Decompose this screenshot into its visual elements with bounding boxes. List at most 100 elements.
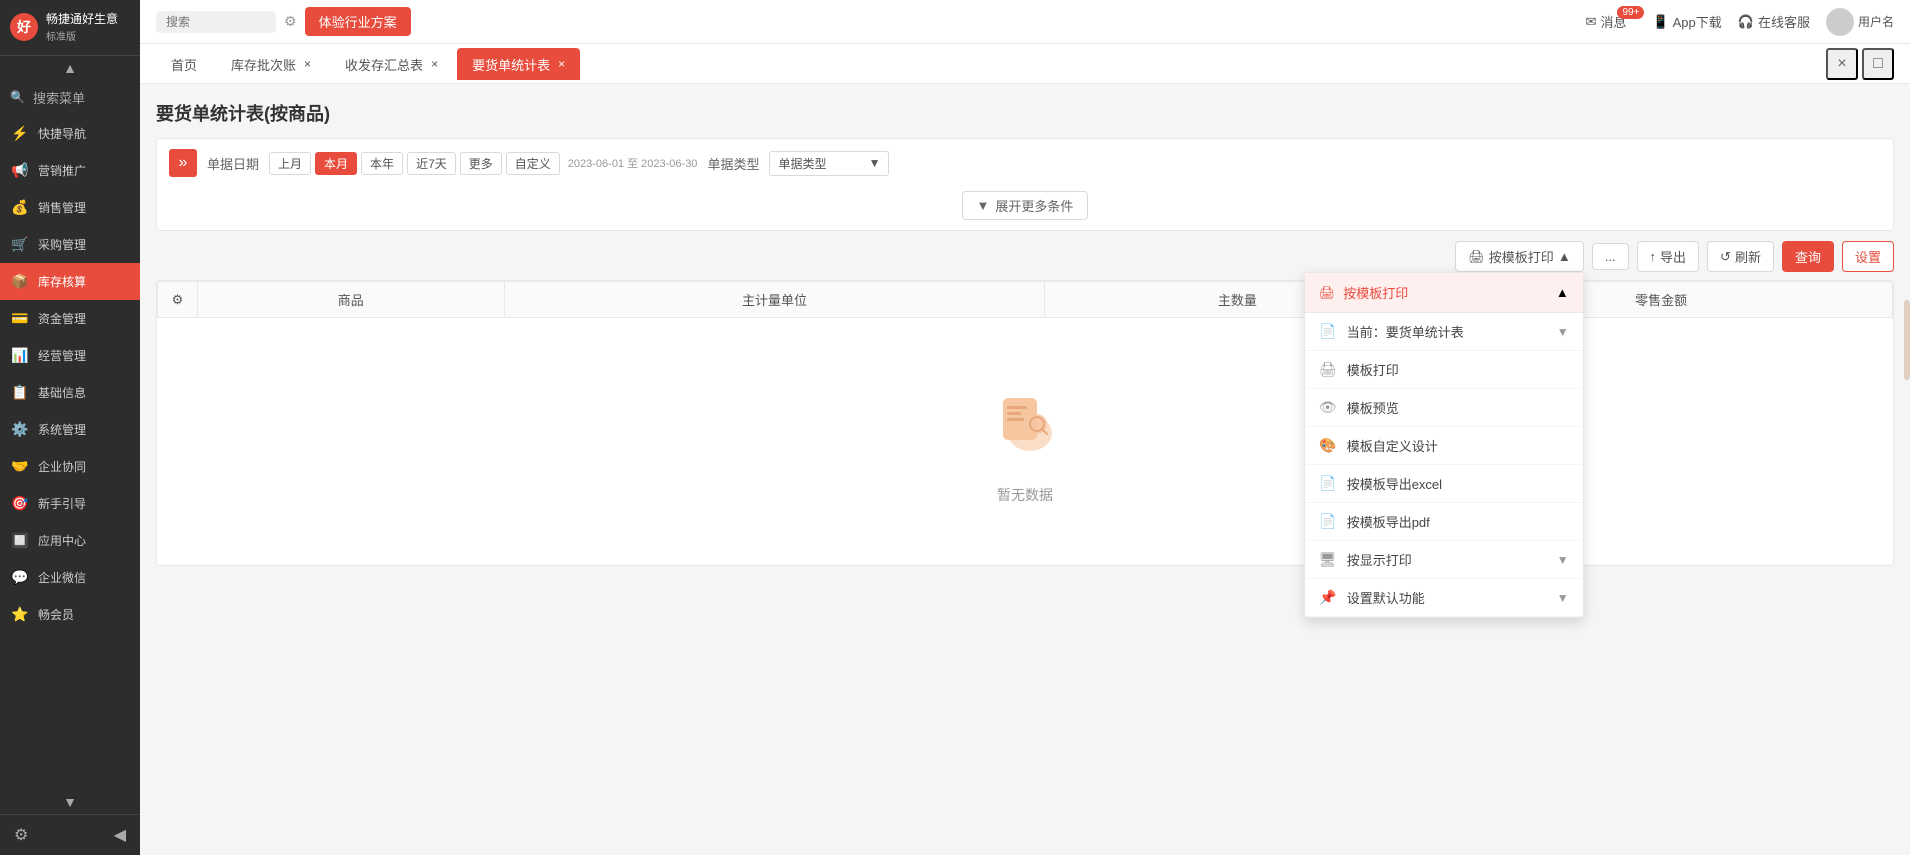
dropdown-header[interactable]: 🖨 按模板打印 ▲ (1305, 273, 1583, 313)
tab-home[interactable]: 首页 (156, 48, 212, 80)
tab-order-stats-close[interactable]: × (558, 57, 565, 71)
export-excel-label: 按模板导出excel (1347, 474, 1442, 493)
sidebar-item-system[interactable]: ⚙️ 系统管理 (0, 411, 140, 448)
settings-icon[interactable]: ⚙ (14, 825, 28, 845)
settings-btn[interactable]: 设置 (1842, 241, 1894, 272)
sidebar-item-sales[interactable]: 💰 销售管理 (0, 189, 140, 226)
sidebar-item-operations[interactable]: 📊 经营管理 (0, 337, 140, 374)
sidebar-item-quick-nav[interactable]: ⚡ 快捷导航 (0, 115, 140, 152)
print-template-btn[interactable]: 🖨 按模板打印 ▲ (1455, 241, 1583, 272)
tab-inventory-batch[interactable]: 库存批次账 × (216, 48, 326, 80)
print-btn-wrapper: 🖨 按模板打印 ▲ 🖨 按模板打印 ▲ (1455, 241, 1583, 272)
search-menu[interactable]: 🔍 搜索菜单 (0, 80, 140, 115)
date-btn-more[interactable]: 更多 (460, 152, 502, 175)
sales-label: 销售管理 (38, 199, 86, 216)
system-icon: ⚙️ (10, 421, 30, 438)
display-chevron-icon: ▼ (1557, 553, 1569, 567)
topbar: ⚙ 体验行业方案 ✉ 消息 99+ 📱 App下载 🎧 在线客服 用户名 (140, 0, 1910, 44)
settings-btn-label: 设置 (1855, 247, 1881, 266)
cooperation-label: 企业协同 (38, 458, 86, 475)
date-btn-current-month[interactable]: 本月 (315, 152, 357, 175)
default-func-icon: 📌 (1319, 589, 1337, 606)
main-content: ⚙ 体验行业方案 ✉ 消息 99+ 📱 App下载 🎧 在线客服 用户名 (140, 0, 1910, 855)
current-chevron-icon: ▼ (1557, 325, 1569, 339)
tab-order-stats[interactable]: 要货单统计表 × (457, 48, 580, 80)
dropdown-default-func[interactable]: 📌 设置默认功能 ▼ (1305, 579, 1583, 617)
order-type-select[interactable]: 单据类型 ▼ (769, 151, 889, 176)
export-btn[interactable]: ↑ 导出 (1637, 241, 1700, 272)
user-avatar-item[interactable]: 用户名 (1826, 8, 1894, 36)
sidebar-item-inventory[interactable]: 📦 库存核算 (0, 263, 140, 300)
app-download-item[interactable]: 📱 App下载 (1652, 12, 1721, 31)
dropdown-display-print[interactable]: 🖥 按显示打印 ▼ (1305, 541, 1583, 579)
tab-receipt-summary-close[interactable]: × (431, 57, 438, 71)
dropdown-close-chevron: ▲ (1556, 285, 1569, 300)
wechat-icon: 💬 (10, 569, 30, 586)
tab-receipt-summary[interactable]: 收发存汇总表 × (330, 48, 453, 80)
more-options-btn[interactable]: ... (1592, 243, 1629, 270)
sidebar-item-basic[interactable]: 📋 基础信息 (0, 374, 140, 411)
query-label: 查询 (1795, 247, 1821, 266)
sidebar-item-guide[interactable]: 🎯 新手引导 (0, 485, 140, 522)
sidebar-item-cooperation[interactable]: 🤝 企业协同 (0, 448, 140, 485)
dropdown-template-print[interactable]: 🖨 模板打印 (1305, 351, 1583, 389)
dropdown-current-item[interactable]: 📄 当前：要货单统计表 ▼ (1305, 313, 1583, 351)
template-preview-label: 模板预览 (1347, 398, 1399, 417)
scroll-down-btn[interactable]: ▼ (0, 790, 140, 814)
export-excel-icon: 📄 (1319, 475, 1337, 492)
page-title: 要货单统计表(按商品) (156, 100, 1894, 126)
app-version: 标准版 (46, 28, 118, 43)
date-btn-this-year[interactable]: 本年 (361, 152, 403, 175)
col-settings[interactable]: ⚙ (158, 282, 198, 318)
sidebar-item-marketing[interactable]: 📢 营销推广 (0, 152, 140, 189)
tabbar: 首页 库存批次账 × 收发存汇总表 × 要货单统计表 × × □ (140, 44, 1910, 84)
sidebar-item-vip[interactable]: ⭐ 畅会员 (0, 596, 140, 633)
messages-badge: 99+ (1617, 6, 1644, 19)
page-content: 要货单统计表(按商品) » 单据日期 上月 本月 本年 近7天 更多 自定义 2… (140, 84, 1910, 855)
sidebar-item-appstore[interactable]: 🔲 应用中心 (0, 522, 140, 559)
date-btn-custom[interactable]: 自定义 (506, 152, 560, 175)
online-service-item[interactable]: 🎧 在线客服 (1738, 12, 1810, 31)
dropdown-export-excel[interactable]: 📄 按模板导出excel (1305, 465, 1583, 503)
refresh-btn[interactable]: ↺ 刷新 (1707, 241, 1774, 272)
scroll-up-btn[interactable]: ▲ (0, 56, 140, 80)
sidebar-item-wechat[interactable]: 💬 企业微信 (0, 559, 140, 596)
template-print-icon: 🖨 (1319, 361, 1337, 378)
collapse-icon[interactable]: ◀ (114, 825, 126, 845)
date-btn-last-month[interactable]: 上月 (269, 152, 311, 175)
scrollbar[interactable] (1904, 300, 1910, 380)
expand-more-btn[interactable]: ▼ 展开更多条件 (962, 191, 1089, 220)
col-product-label: 商品 (338, 293, 364, 308)
current-icon: 📄 (1319, 323, 1337, 340)
app-info: 畅捷通好生意 标准版 (46, 12, 118, 43)
window-close-btn[interactable]: × (1826, 48, 1858, 80)
query-btn[interactable]: 查询 (1782, 241, 1834, 272)
app-download-label: App下载 (1673, 12, 1722, 31)
window-maximize-btn[interactable]: □ (1862, 48, 1894, 80)
col-quantity-label: 主数量 (1218, 293, 1257, 308)
sidebar-item-purchase[interactable]: 🛒 采购管理 (0, 226, 140, 263)
template-print-label: 模板打印 (1347, 360, 1399, 379)
tab-inventory-batch-close[interactable]: × (304, 57, 311, 71)
appstore-icon: 🔲 (10, 532, 30, 549)
sidebar-item-finance[interactable]: 💳 资金管理 (0, 300, 140, 337)
global-search-input[interactable] (156, 11, 276, 33)
table-wrapper: ⚙ 商品 主计量单位 主数量 零售金额 (156, 280, 1894, 566)
dropdown-template-preview[interactable]: 👁 模板预览 (1305, 389, 1583, 427)
wechat-label: 企业微信 (38, 569, 86, 586)
column-settings-icon[interactable]: ⚙ (172, 292, 184, 307)
default-chevron-icon: ▼ (1557, 591, 1569, 605)
date-btn-7days[interactable]: 近7天 (407, 152, 456, 175)
expand-icon: ▼ (977, 198, 990, 213)
user-name: 用户名 (1858, 13, 1894, 30)
messages-item[interactable]: ✉ 消息 99+ (1586, 12, 1637, 31)
topbar-gear-icon[interactable]: ⚙ (284, 13, 297, 30)
filter-expand-arrow[interactable]: » (169, 149, 197, 177)
app-logo: 好 畅捷通好生意 标准版 (0, 0, 140, 56)
dropdown-template-design[interactable]: 🎨 模板自定义设计 (1305, 427, 1583, 465)
trial-btn[interactable]: 体验行业方案 (305, 7, 411, 36)
sales-icon: 💰 (10, 199, 30, 216)
dropdown-export-pdf[interactable]: 📄 按模板导出pdf (1305, 503, 1583, 541)
topbar-right: ✉ 消息 99+ 📱 App下载 🎧 在线客服 用户名 (1586, 8, 1894, 36)
dropdown-current-left: 📄 当前：要货单统计表 (1319, 322, 1464, 341)
